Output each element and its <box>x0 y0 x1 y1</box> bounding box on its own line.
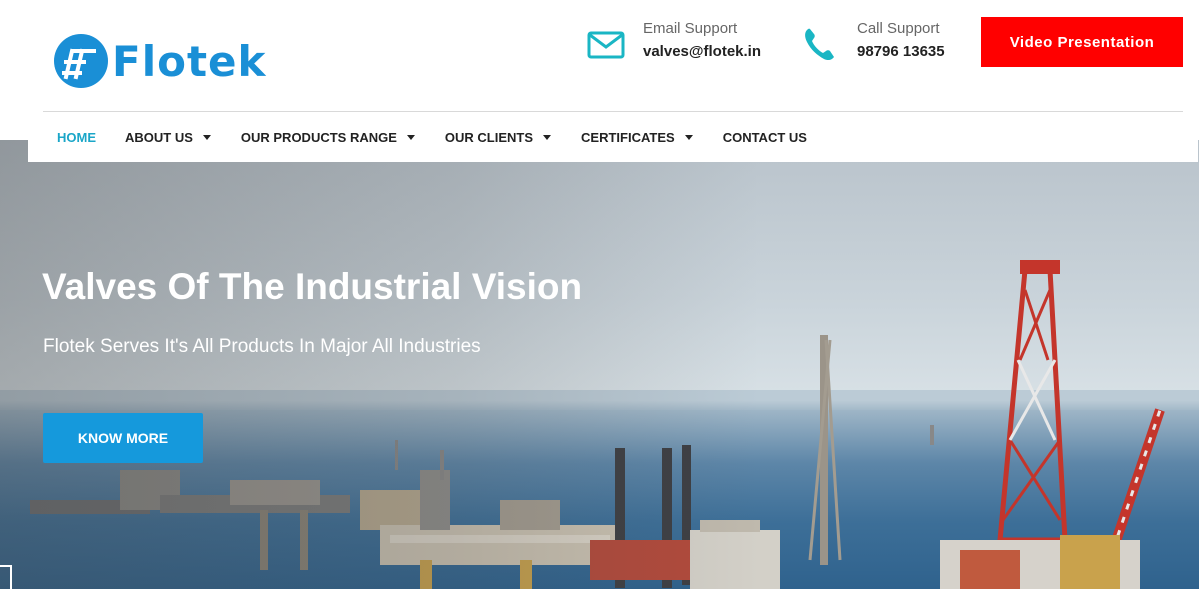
email-support-label: Email Support <box>643 20 738 37</box>
nav-item-home[interactable]: HOME <box>57 130 96 145</box>
video-presentation-button[interactable]: Video Presentation <box>981 17 1183 67</box>
nav-item-label: HOME <box>57 129 96 145</box>
email-support-value[interactable]: valves@flotek.in <box>643 40 761 64</box>
call-support-value[interactable]: 98796 13635 <box>857 40 945 64</box>
nav-item-about-us[interactable]: ABOUT US <box>125 130 211 145</box>
hero-subtitle: Flotek Serves It's All Products In Major… <box>43 336 481 357</box>
flotek-logo-icon <box>54 34 108 88</box>
nav-item-our-products-range[interactable]: OUR PRODUCTS RANGE <box>241 130 415 145</box>
nav-item-contact-us[interactable]: CONTACT US <box>723 130 807 145</box>
call-support-label: Call Support <box>857 20 940 37</box>
nav-item-our-clients[interactable]: OUR CLIENTS <box>444 129 552 145</box>
main-nav: HOME ABOUT US OUR PRODUCTS RANGE OUR CLI… <box>28 112 1198 162</box>
envelope-icon <box>587 31 625 59</box>
phone-icon <box>805 28 834 61</box>
nav-item-certificates[interactable]: CERTIFICATES <box>581 130 693 145</box>
know-more-button[interactable]: KNOW MORE <box>43 413 203 463</box>
site-header: Flotek Email Support valves@flotek.in Ca… <box>0 0 1199 112</box>
caret-down-icon <box>202 134 211 140</box>
brand-logo[interactable]: Flotek <box>52 30 292 92</box>
hero-overlay <box>0 140 760 589</box>
nav-item-label: OUR CLIENTS <box>444 129 534 145</box>
hero-banner <box>0 140 1199 589</box>
email-support: Email Support valves@flotek.in <box>586 18 761 64</box>
page: Flotek Email Support valves@flotek.in Ca… <box>0 0 1199 589</box>
call-support: Call Support 98796 13635 <box>800 18 945 64</box>
nav-item-label: OUR PRODUCTS RANGE <box>240 129 397 145</box>
slider-corner-mark <box>0 565 12 589</box>
nav-item-label: CERTIFICATES <box>581 129 675 145</box>
hero-title: Valves Of The Industrial Vision <box>42 266 583 307</box>
caret-down-icon <box>543 134 552 140</box>
nav-item-label: ABOUT US <box>125 129 193 145</box>
caret-down-icon <box>684 134 693 140</box>
brand-name: Flotek <box>112 36 267 86</box>
nav-item-label: CONTACT US <box>722 129 807 145</box>
caret-down-icon <box>406 134 415 140</box>
